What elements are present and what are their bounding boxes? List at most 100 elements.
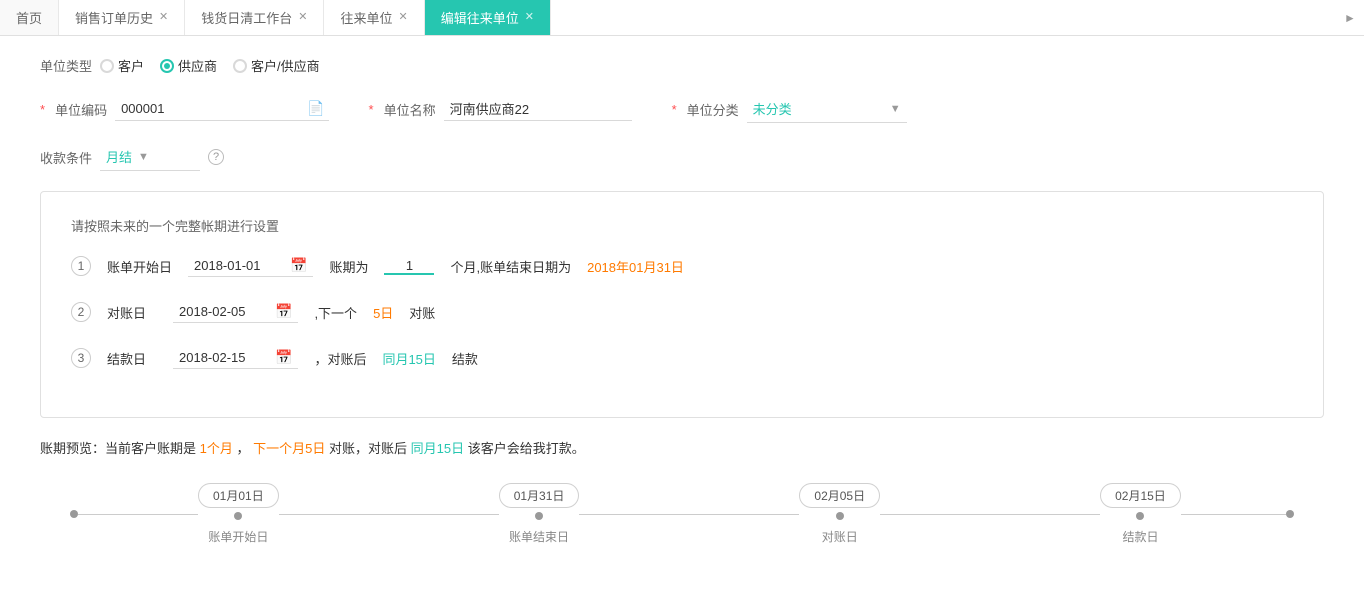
payment-arrow: ▼: [138, 151, 149, 163]
desc-payment-prefix: ，对账后: [314, 349, 366, 368]
tl-connector-3: [579, 514, 799, 515]
tab-close-partner[interactable]: ✕: [399, 12, 408, 23]
tab-close-cash-work[interactable]: ✕: [298, 12, 307, 23]
calendar-icon-3[interactable]: 📅: [275, 349, 292, 366]
tab-home[interactable]: 首页: [0, 0, 59, 35]
tab-close-sales-history[interactable]: ✕: [159, 12, 168, 23]
payment-select[interactable]: 月结 ▼: [100, 143, 200, 171]
tl-label-1: 账单开始日: [208, 528, 268, 545]
unit-code-input[interactable]: [115, 97, 303, 120]
radio-supplier[interactable]: 供应商: [160, 56, 217, 75]
desc-reconcile-prefix: ,下一个: [314, 303, 357, 322]
desc-payment-suffix: 结款: [452, 349, 478, 368]
unit-name-required: *: [369, 102, 374, 117]
setting-label-1: 账单开始日: [107, 257, 172, 276]
setting-row-num-2: 2: [71, 302, 91, 322]
setting-label-3: 结款日: [107, 349, 157, 368]
date-field-3[interactable]: [179, 350, 269, 365]
unit-category-label: 单位分类: [687, 100, 739, 119]
date-input-2: 📅: [173, 301, 298, 323]
tab-edit-partner[interactable]: 编辑往来单位 ✕: [425, 0, 551, 35]
date-field-1[interactable]: [194, 258, 284, 273]
setting-row-1: 1 账单开始日 📅 账期为 个月,账单结束日期为 2018年01月31日: [71, 255, 1293, 277]
settings-box: 请按照未来的一个完整帐期进行设置 1 账单开始日 📅 账期为 个月,账单结束日期…: [40, 191, 1324, 418]
unit-info-row: * 单位编码 📄 * 单位名称 * 单位分类 未分类 ▼: [40, 95, 1324, 123]
unit-name-group: * 单位名称: [369, 97, 632, 121]
tab-cash-work[interactable]: 钱货日清工作台 ✕: [185, 0, 324, 35]
setting-row-num-1: 1: [71, 256, 91, 276]
setting-label-2: 对账日: [107, 303, 157, 322]
tab-partner[interactable]: 往来单位 ✕: [324, 0, 424, 35]
tl-node-3: 02月05日 对账日: [799, 483, 880, 545]
tl-connector-4: [880, 514, 1100, 515]
payment-value: 月结: [106, 147, 132, 166]
unit-type-group: 单位类型 客户 供应商 客户/供应商: [40, 56, 320, 75]
tl-dot-left: [70, 510, 78, 518]
unit-code-required: *: [40, 102, 45, 117]
setting-row-2: 2 对账日 📅 ,下一个 5日 对账: [71, 301, 1293, 323]
unit-type-radios: 客户 供应商 客户/供应商: [100, 56, 320, 75]
unit-name-label: 单位名称: [384, 100, 436, 119]
unit-type-row: 单位类型 客户 供应商 客户/供应商: [40, 56, 1324, 75]
preview-text: 账期预览：当前客户账期是 1个月 ， 下一个月5日 对账，对账后 同月15日 该…: [40, 438, 1324, 457]
unit-code-label: 单位编码: [55, 100, 107, 119]
tl-connector-1: [78, 514, 198, 515]
date-field-2[interactable]: [179, 304, 269, 319]
period-input[interactable]: [384, 258, 434, 275]
unit-category-arrow: ▼: [890, 103, 901, 115]
tl-dot-right: [1286, 510, 1294, 518]
calendar-icon-1[interactable]: 📅: [290, 257, 307, 274]
setting-row-3: 3 结款日 📅 ，对账后 同月15日 结款: [71, 347, 1293, 369]
unit-category-select[interactable]: 未分类 ▼: [747, 95, 907, 123]
help-icon[interactable]: ?: [208, 149, 224, 165]
calendar-icon-2[interactable]: 📅: [275, 303, 292, 320]
tl-label-4: 结款日: [1122, 528, 1158, 545]
tl-date-3: 02月05日: [799, 483, 880, 508]
radio-both[interactable]: 客户/供应商: [233, 56, 320, 75]
unit-category-value: 未分类: [753, 99, 792, 118]
payment-row: 收款条件 月结 ▼ ?: [40, 143, 1324, 171]
tl-date-2: 01月31日: [499, 483, 580, 508]
tl-dot-4: [1136, 512, 1144, 520]
main-content: 单位类型 客户 供应商 客户/供应商 * 单位编码: [0, 36, 1364, 608]
unit-name-input[interactable]: [444, 97, 632, 121]
period-end-date: 2018年01月31日: [587, 257, 684, 276]
tab-bar: 首页 销售订单历史 ✕ 钱货日清工作台 ✕ 往来单位 ✕ 编辑往来单位 ✕ ►: [0, 0, 1364, 36]
unit-category-required: *: [672, 102, 677, 117]
tab-sales-history[interactable]: 销售订单历史 ✕: [59, 0, 185, 35]
payment-highlight: 同月15日: [382, 349, 435, 368]
payment-group: 收款条件 月结 ▼ ?: [40, 143, 224, 171]
radio-circle-supplier: [160, 59, 174, 73]
desc-reconcile-suffix: 对账: [409, 303, 435, 322]
date-input-3: 📅: [173, 347, 298, 369]
tl-connector-5: [1181, 514, 1286, 515]
unit-code-icon[interactable]: 📄: [303, 100, 328, 117]
desc-period-suffix: 个月,账单结束日期为: [450, 257, 571, 276]
unit-category-group: * 单位分类 未分类 ▼: [672, 95, 907, 123]
tl-dot-3: [836, 512, 844, 520]
unit-code-input-wrapper: 📄: [115, 97, 328, 121]
settings-box-title: 请按照未来的一个完整帐期进行设置: [71, 216, 1293, 235]
tl-connector-2: [279, 514, 499, 515]
timeline: 01月01日 账单开始日 01月31日 账单结束日 02月05日 对账日 02月…: [40, 473, 1324, 545]
unit-code-group: * 单位编码 📄: [40, 97, 329, 121]
radio-circle-customer: [100, 59, 114, 73]
tl-node-2: 01月31日 账单结束日: [499, 483, 580, 545]
tl-dot-1: [234, 512, 242, 520]
radio-circle-both: [233, 59, 247, 73]
tl-date-4: 02月15日: [1100, 483, 1181, 508]
tab-close-edit-partner[interactable]: ✕: [525, 12, 534, 23]
tab-more-arrow[interactable]: ►: [1336, 0, 1364, 35]
tl-label-2: 账单结束日: [509, 528, 569, 545]
radio-customer[interactable]: 客户: [100, 56, 144, 75]
setting-row-num-3: 3: [71, 348, 91, 368]
tl-label-3: 对账日: [822, 528, 858, 545]
reconcile-highlight: 5日: [373, 303, 393, 322]
desc-period-label: 账期为: [329, 257, 368, 276]
date-input-1: 📅: [188, 255, 313, 277]
unit-type-label: 单位类型: [40, 56, 92, 75]
tl-node-4: 02月15日 结款日: [1100, 483, 1181, 545]
tl-dot-2: [535, 512, 543, 520]
payment-label: 收款条件: [40, 148, 92, 167]
tl-node-1: 01月01日 账单开始日: [198, 483, 279, 545]
